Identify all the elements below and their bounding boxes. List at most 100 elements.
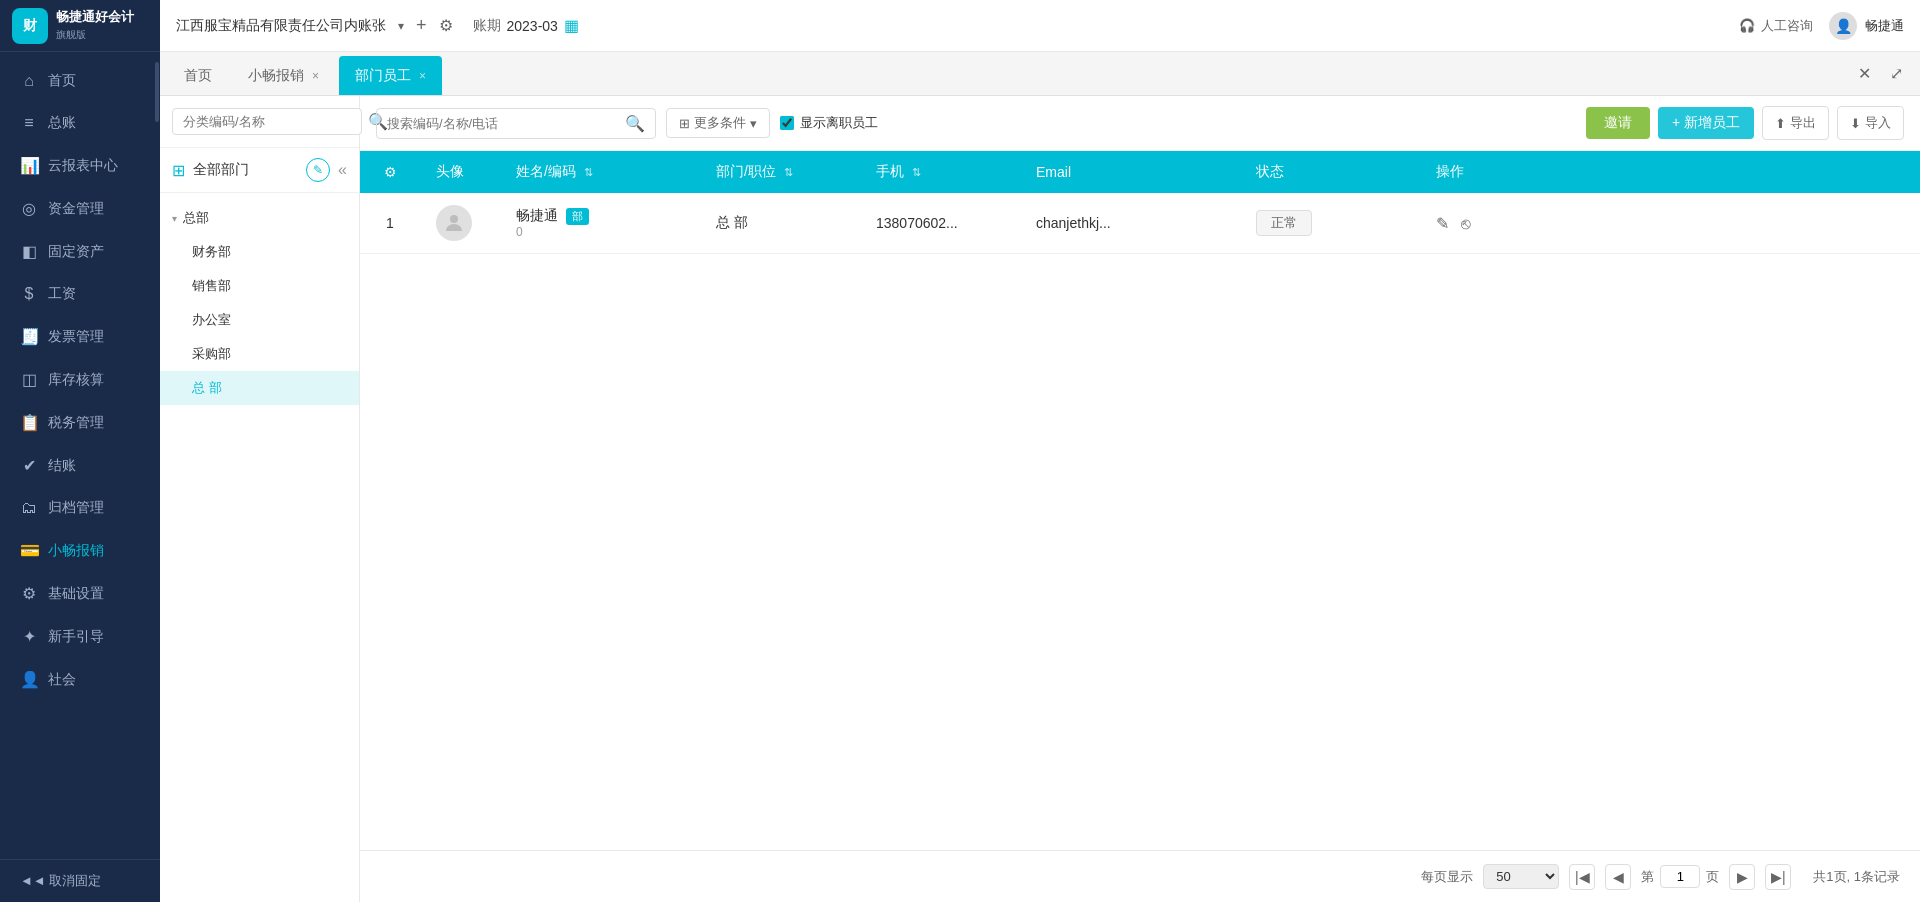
content-area: 🔍 ⊞ 全部部门 ✎ « ▾ 总部 财务部 销售部 (160, 96, 1920, 902)
page-number-input[interactable] (1660, 865, 1700, 888)
page-prev-button[interactable]: ◀ (1605, 864, 1631, 890)
col-header-settings[interactable]: ⚙ (360, 151, 420, 193)
sidebar-item-reports[interactable]: 📊 云报表中心 (0, 144, 160, 187)
employee-avatar (436, 205, 472, 241)
sidebar-item-archive[interactable]: 🗂 归档管理 (0, 487, 160, 529)
sidebar-item-label: 总账 (48, 114, 76, 132)
sidebar-logo: 财 畅捷通好会计 旗舰版 (0, 0, 160, 52)
sidebar-item-assets[interactable]: ◧ 固定资产 (0, 230, 160, 273)
invite-button[interactable]: 邀请 (1586, 107, 1650, 139)
import-label: 导入 (1865, 114, 1891, 132)
employee-search-input[interactable] (387, 116, 619, 131)
sidebar-item-inventory[interactable]: ◫ 库存核算 (0, 358, 160, 401)
sidebar-item-home[interactable]: ⌂ 首页 (0, 60, 160, 102)
add-company-button[interactable]: + (416, 15, 427, 36)
right-panel: 🔍 ⊞ 更多条件 ▾ 显示离职员工 邀请 + 新增员工 ⬆ 导出 (360, 96, 1920, 902)
show-resigned-check[interactable] (780, 116, 794, 130)
dept-tree-item-caigoubu[interactable]: 采购部 (160, 337, 359, 371)
maximize-window-button[interactable]: ⤢ (1884, 62, 1908, 86)
period-label: 账期 (473, 17, 501, 35)
edit-employee-button[interactable]: ✎ (1436, 215, 1449, 232)
page-size-select[interactable]: 50 100 200 (1483, 864, 1559, 889)
show-resigned-label: 显示离职员工 (800, 114, 878, 132)
dept-tree-item-xiaoshoubu[interactable]: 销售部 (160, 269, 359, 303)
window-controls: ✕ ⤢ (1852, 52, 1912, 95)
table-row: 1 畅捷通 (360, 193, 1920, 254)
sidebar-item-label: 小畅报销 (48, 542, 104, 560)
employee-search-bar: 🔍 (376, 108, 656, 139)
employee-search-icon[interactable]: 🔍 (625, 114, 645, 133)
sidebar-item-settings[interactable]: ⚙ 基础设置 (0, 572, 160, 615)
toolbar-right-actions: 邀请 + 新增员工 ⬆ 导出 ⬇ 导入 (1586, 106, 1904, 140)
export-icon: ⬆ (1775, 116, 1786, 131)
sidebar-item-capital[interactable]: ◎ 资金管理 (0, 187, 160, 230)
invoice-icon: 🧾 (20, 327, 38, 346)
svg-point-0 (450, 215, 458, 223)
col-header-name[interactable]: 姓名/编码 ⇅ (500, 151, 700, 193)
sort-name-icon: ⇅ (584, 166, 593, 178)
dept-search-bar: 🔍 (160, 96, 359, 148)
expand-arrow-icon: ▾ (172, 213, 177, 224)
user-name: 畅捷通 (1865, 17, 1904, 35)
tab-xiaochangbaoxiao-close[interactable]: × (312, 69, 319, 83)
import-button[interactable]: ⬇ 导入 (1837, 106, 1904, 140)
tab-xiaochangbaoxiao[interactable]: 小畅报销 × (232, 56, 335, 95)
delete-employee-button[interactable]: ⎋ (1461, 215, 1471, 232)
dept-item-label: 财务部 (192, 243, 231, 261)
user-avatar-icon: 👤 (1835, 18, 1852, 34)
col-header-phone[interactable]: 手机 ⇅ (860, 151, 1020, 193)
topbar-right: 🎧 人工咨询 👤 畅捷通 (1739, 12, 1904, 40)
dept-tree-item-bangongshi[interactable]: 办公室 (160, 303, 359, 337)
dept-tree-item-zongbu2[interactable]: 总 部 (160, 371, 359, 405)
close-window-button[interactable]: ✕ (1852, 62, 1876, 86)
capital-icon: ◎ (20, 199, 38, 218)
sidebar-item-guide[interactable]: ✦ 新手引导 (0, 615, 160, 658)
dept-header: ⊞ 全部部门 ✎ « (160, 148, 359, 193)
dept-tree-item-caiwubu[interactable]: 财务部 (160, 235, 359, 269)
add-employee-button[interactable]: + 新增员工 (1658, 107, 1754, 139)
period-display: 账期 2023-03 ▦ (473, 16, 579, 35)
col-header-dept[interactable]: 部门/职位 ⇅ (700, 151, 860, 193)
user-menu[interactable]: 👤 畅捷通 (1829, 12, 1904, 40)
dept-item-label: 销售部 (192, 277, 231, 295)
sidebar-item-checkout[interactable]: ✔ 结账 (0, 444, 160, 487)
sidebar-item-invoice[interactable]: 🧾 发票管理 (0, 315, 160, 358)
sidebar-item-account[interactable]: 👤 社会 (0, 658, 160, 701)
page-next-button[interactable]: ▶ (1729, 864, 1755, 890)
sidebar-item-label: 新手引导 (48, 628, 104, 646)
tab-home[interactable]: 首页 (168, 56, 228, 95)
tab-deptemployee-close[interactable]: × (419, 69, 426, 83)
sidebar-item-ledger[interactable]: ≡ 总账 (0, 102, 160, 144)
account-icon: 👤 (20, 670, 38, 689)
sort-dept-icon: ⇅ (784, 166, 793, 178)
sidebar-scrollbar[interactable] (154, 52, 160, 862)
sidebar-item-xiaochangbaoxiao[interactable]: 💳 小畅报销 (0, 529, 160, 572)
sidebar-item-tax[interactable]: 📋 税务管理 (0, 401, 160, 444)
dept-tree-item-zongbu[interactable]: ▾ 总部 (160, 201, 359, 235)
employee-toolbar: 🔍 ⊞ 更多条件 ▾ 显示离职员工 邀请 + 新增员工 ⬆ 导出 (360, 96, 1920, 151)
dept-tree: ▾ 总部 财务部 销售部 办公室 采购部 总 部 (160, 193, 359, 902)
page-last-button[interactable]: ▶| (1765, 864, 1791, 890)
company-dropdown-icon[interactable]: ▾ (398, 19, 404, 33)
sidebar-item-label: 归档管理 (48, 499, 104, 517)
export-button[interactable]: ⬆ 导出 (1762, 106, 1829, 140)
tab-deptemployee[interactable]: 部门员工 × (339, 56, 442, 95)
tab-deptemployee-label: 部门员工 (355, 67, 411, 85)
page-suffix: 页 (1706, 868, 1719, 886)
dept-collapse-button[interactable]: « (338, 161, 347, 179)
calendar-icon[interactable]: ▦ (564, 16, 579, 35)
sidebar-item-label: 税务管理 (48, 414, 104, 432)
col-header-email: Email (1020, 151, 1240, 193)
sidebar-item-salary[interactable]: $ 工资 (0, 273, 160, 315)
page-first-button[interactable]: |◀ (1569, 864, 1595, 890)
company-settings-icon[interactable]: ⚙ (439, 16, 453, 35)
support-button[interactable]: 🎧 人工咨询 (1739, 17, 1813, 35)
sidebar-unpin-button[interactable]: ◄◄ 取消固定 (0, 859, 160, 902)
dept-edit-button[interactable]: ✎ (306, 158, 330, 182)
dept-search-input[interactable] (172, 108, 362, 135)
more-filters-button[interactable]: ⊞ 更多条件 ▾ (666, 108, 770, 138)
show-resigned-checkbox[interactable]: 显示离职员工 (780, 114, 878, 132)
import-icon: ⬇ (1850, 116, 1861, 131)
tax-icon: 📋 (20, 413, 38, 432)
sidebar-item-label: 固定资产 (48, 243, 104, 261)
